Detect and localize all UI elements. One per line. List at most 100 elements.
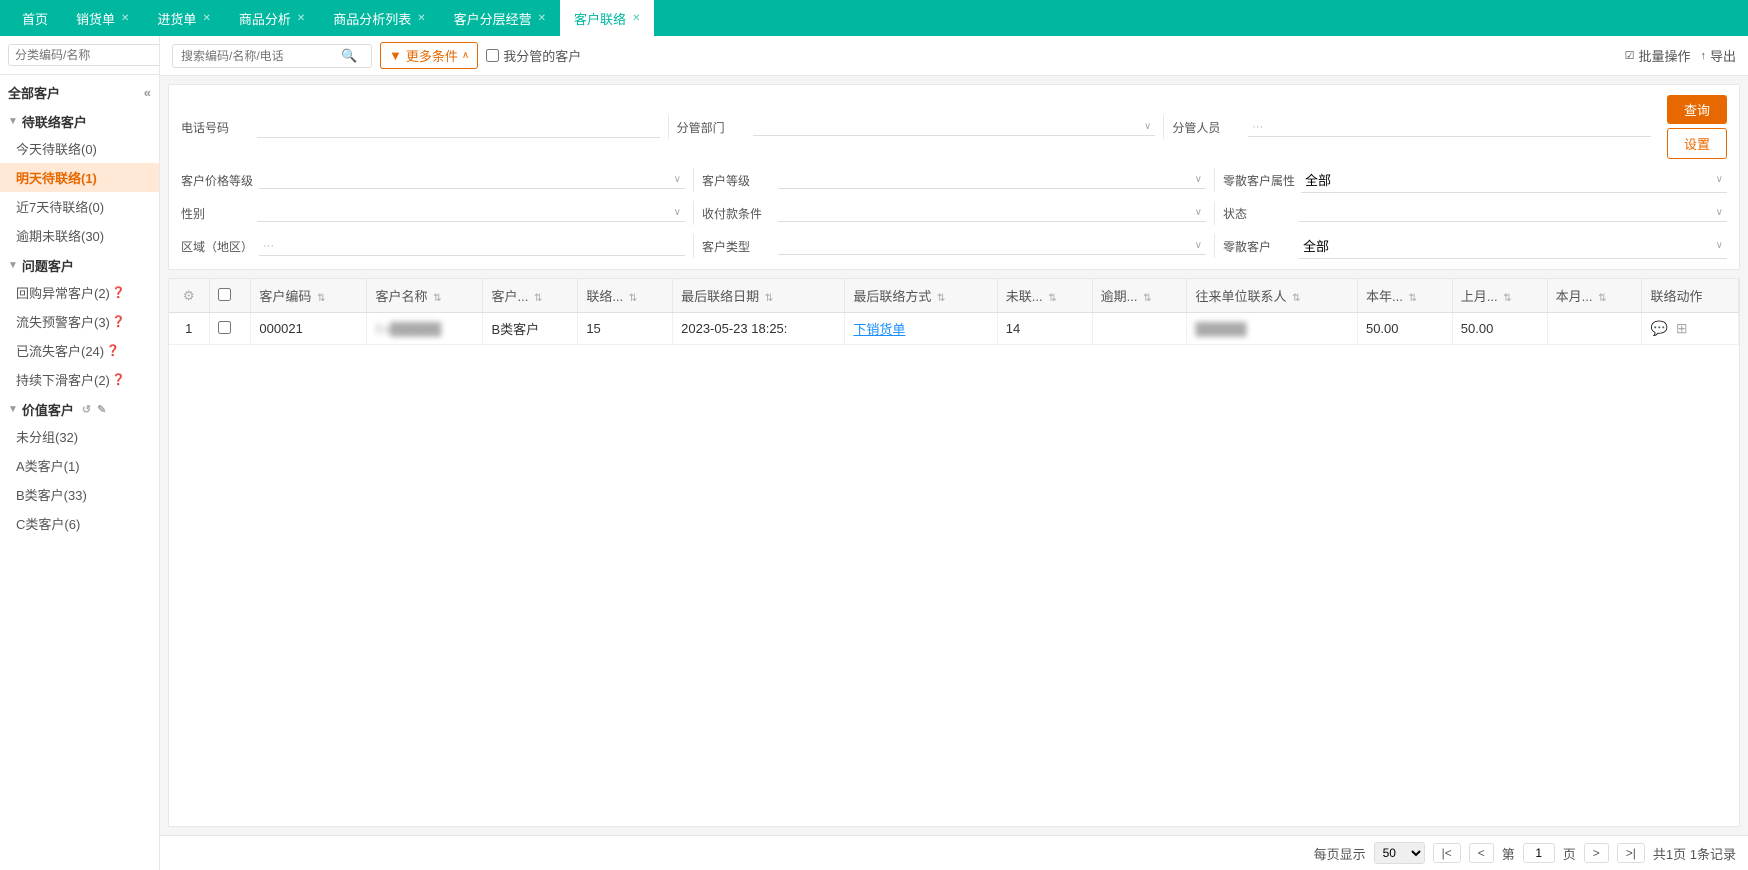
table-row: 1 000021 Ea██████ B类客户 15 2023-05-23 18:… [169,313,1739,345]
sidebar-class-a[interactable]: A类客户(1) [0,451,159,480]
all-customers-header[interactable]: 全部客户 « [0,75,159,106]
retail-customer-label: 零散客户 [1223,238,1293,255]
row-checkbox-cell [209,313,251,345]
total-label: 共1页 1条记录 [1653,844,1736,863]
group-value-customers[interactable]: ▼ 价值客户 ↺ ✎ [0,394,159,422]
row-customer-type: B类客户 [483,313,578,345]
nav-product-analysis-close[interactable]: ✕ [297,13,305,24]
nav-customer-contact-close[interactable]: ✕ [632,13,640,24]
dept-select[interactable]: ∨ [753,118,1156,136]
phone-label: 电话号码 [181,119,251,136]
sort-icon-9[interactable]: ⇅ [1408,293,1416,304]
last-page-btn[interactable]: >| [1617,843,1645,863]
row-customer-name: Ea██████ [367,313,483,345]
sort-icon-0[interactable]: ⇅ [317,293,325,304]
edit-icon[interactable]: ✎ [97,403,106,416]
sidebar-tomorrow-contact[interactable]: 明天待联络(1) [0,163,159,192]
page-number-input[interactable] [1523,843,1555,863]
nav-purchase-close[interactable]: ✕ [202,13,210,24]
select-all-checkbox[interactable] [218,288,231,301]
sidebar-ungroup[interactable]: 未分组(32) [0,422,159,451]
sort-icon-5[interactable]: ⇅ [937,293,945,304]
group-pending-contact[interactable]: ▼ 待联络客户 [0,106,159,134]
payment-select[interactable]: ∨ [778,204,1206,222]
manager-dots: ··· [1252,121,1263,133]
sidebar-overdue-contact[interactable]: 逾期未联络(30) [0,221,159,250]
more-filter-btn[interactable]: ▼ 更多条件 ∧ [380,42,478,69]
price-level-label: 客户价格等级 [181,172,253,189]
sidebar-collapse-icon[interactable]: « [144,85,151,100]
row-checkbox[interactable] [218,321,231,334]
sidebar-search-input[interactable] [8,44,160,66]
batch-op-btn[interactable]: ☑ 批量操作 [1625,46,1691,65]
my-customer-checkbox-wrapper[interactable]: 我分管的客户 [486,46,581,65]
col-overdue-label: 逾期... [1101,289,1138,304]
toolbar-search-wrapper: 🔍 [172,44,372,68]
grid-action-icon[interactable]: ⊞ [1676,320,1688,337]
sort-icon-2[interactable]: ⇅ [534,293,542,304]
retail-attr-value: 全部 [1305,170,1331,189]
sidebar-7day-contact[interactable]: 近7天待联络(0) [0,192,159,221]
export-btn[interactable]: ↑ 导出 [1700,46,1736,65]
price-level-select[interactable]: ∨ [259,171,685,189]
toolbar-search-input[interactable] [181,49,341,63]
nav-customer-segment[interactable]: 客户分层经营 ✕ [440,0,560,36]
sort-icon-8[interactable]: ⇅ [1292,293,1300,304]
sort-icon-3[interactable]: ⇅ [629,293,637,304]
sort-icon-7[interactable]: ⇅ [1143,293,1151,304]
customer-type-select[interactable]: ∨ [778,237,1206,255]
toolbar-search-icon[interactable]: 🔍 [341,48,357,64]
sidebar-today-contact[interactable]: 今天待联络(0) [0,134,159,163]
customer-level-select[interactable]: ∨ [778,171,1206,189]
retail-customer-select[interactable]: 全部 ∨ [1299,233,1727,259]
chat-action-icon[interactable]: 💬 [1650,320,1667,337]
col-this-year: 本年... ⇅ [1357,279,1452,313]
refresh-icon[interactable]: ↺ [82,403,91,416]
group-problem-triangle: ▼ [8,260,18,271]
sort-icon-10[interactable]: ⇅ [1503,293,1511,304]
first-page-btn[interactable]: |< [1433,843,1461,863]
nav-home[interactable]: 首页 [8,0,62,36]
nav-product-analysis[interactable]: 商品分析 ✕ [225,0,319,36]
col-contact-count: 联络... ⇅ [578,279,673,313]
settings-button[interactable]: 设置 [1667,128,1727,159]
filter-payment: 收付款条件 ∨ [702,204,1206,222]
nav-product-analysis-list-close[interactable]: ✕ [417,13,425,24]
dept-label: 分管部门 [677,119,747,136]
nav-sales-close[interactable]: ✕ [121,13,129,24]
nav-customer-contact[interactable]: 客户联络 ✕ [560,0,654,36]
sidebar-abnormal-repurchase[interactable]: 回购异常客户(2) ❓ [0,278,159,307]
region-select[interactable]: ··· [259,237,685,256]
sidebar-declining[interactable]: 持续下滑客户(2) ❓ [0,365,159,394]
filter-row-4: 区域（地区） ··· 客户类型 ∨ 零散客户 全部 [181,233,1727,259]
sort-icon-11[interactable]: ⇅ [1598,293,1606,304]
query-button[interactable]: 查询 [1667,95,1727,124]
nav-purchase[interactable]: 进货单 ✕ [143,0,224,36]
status-select[interactable]: ∨ [1299,204,1727,222]
last-contact-method-link[interactable]: 下销货单 [853,322,905,337]
export-icon: ↑ [1700,50,1706,62]
sidebar-class-c[interactable]: C类客户(6) [0,509,159,538]
filter-chevron: ∧ [462,50,469,61]
manager-select[interactable]: ··· [1248,118,1651,137]
next-page-btn[interactable]: > [1584,843,1609,863]
prev-page-btn[interactable]: < [1469,843,1494,863]
nav-product-analysis-list[interactable]: 商品分析列表 ✕ [319,0,439,36]
table-settings-icon[interactable]: ⚙ [183,288,195,303]
nav-customer-segment-close[interactable]: ✕ [538,13,546,24]
sort-icon-1[interactable]: ⇅ [433,293,441,304]
sort-icon-4[interactable]: ⇅ [765,293,773,304]
phone-input[interactable] [257,117,660,138]
customer-type-label: 客户类型 [702,238,772,255]
sidebar-class-b[interactable]: B类客户(33) [0,480,159,509]
nav-sales[interactable]: 销货单 ✕ [62,0,143,36]
gender-select[interactable]: ∨ [257,204,685,222]
retail-attr-select[interactable]: 全部 ∨ [1301,167,1727,193]
sort-icon-6[interactable]: ⇅ [1048,293,1056,304]
col-last-contact-date: 最后联络日期 ⇅ [673,279,845,313]
page-size-select[interactable]: 50 100 200 [1374,842,1425,864]
group-problem-customers[interactable]: ▼ 问题客户 [0,250,159,278]
my-customer-checkbox[interactable] [486,49,499,62]
sidebar-churn-warning[interactable]: 流失预警客户(3) ❓ [0,307,159,336]
sidebar-churned[interactable]: 已流失客户(24) ❓ [0,336,159,365]
